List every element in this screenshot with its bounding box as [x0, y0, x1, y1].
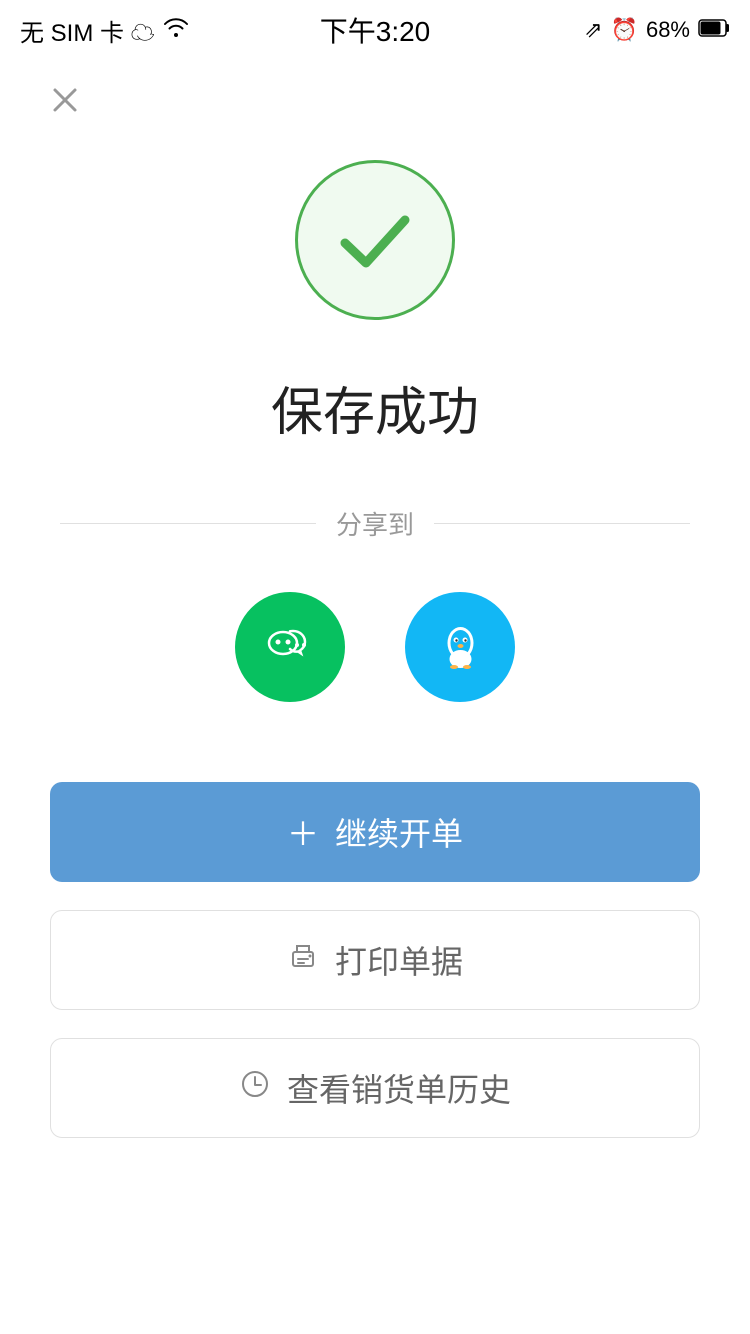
history-icon — [239, 1068, 271, 1108]
status-right: ⇗ ⏰ 68% — [584, 17, 730, 43]
continue-order-icon: ＋ — [287, 809, 319, 855]
share-wechat-button[interactable] — [235, 592, 345, 702]
view-history-button[interactable]: 查看销货单历史 — [50, 1038, 700, 1138]
success-icon-circle — [295, 160, 455, 320]
success-title: 保存成功 — [271, 370, 479, 445]
alarm-icon: ⏰ — [611, 17, 638, 43]
divider-line-left — [60, 523, 316, 524]
continue-order-label: 继续开单 — [335, 809, 463, 855]
share-qq-button[interactable] — [405, 592, 515, 702]
status-time: 下午3:20 — [320, 10, 431, 50]
continue-order-button[interactable]: ＋ 继续开单 — [50, 782, 700, 882]
print-icon — [287, 940, 319, 980]
share-label: 分享到 — [316, 505, 434, 542]
share-icons-row — [235, 592, 515, 702]
status-bar: 无 SIM 卡 ☁ 下午3:20 ⇗ ⏰ 68% — [0, 0, 750, 60]
battery-label: 68% — [646, 17, 690, 43]
main-content: 保存成功 分享到 — [0, 60, 750, 1138]
print-receipt-label: 打印单据 — [335, 937, 463, 983]
divider-line-right — [434, 523, 690, 524]
close-button[interactable] — [40, 75, 90, 125]
location-icon: ⇗ — [584, 17, 602, 43]
wifi-icon — [163, 16, 189, 44]
print-receipt-button[interactable]: 打印单据 — [50, 910, 700, 1010]
battery-icon — [698, 17, 730, 43]
sim-label: 无 SIM 卡 ☁ — [20, 13, 155, 48]
share-divider: 分享到 — [0, 505, 750, 542]
status-left: 无 SIM 卡 ☁ — [20, 13, 189, 48]
view-history-label: 查看销货单历史 — [287, 1065, 511, 1111]
action-buttons: ＋ 继续开单 打印单据 — [0, 782, 750, 1138]
